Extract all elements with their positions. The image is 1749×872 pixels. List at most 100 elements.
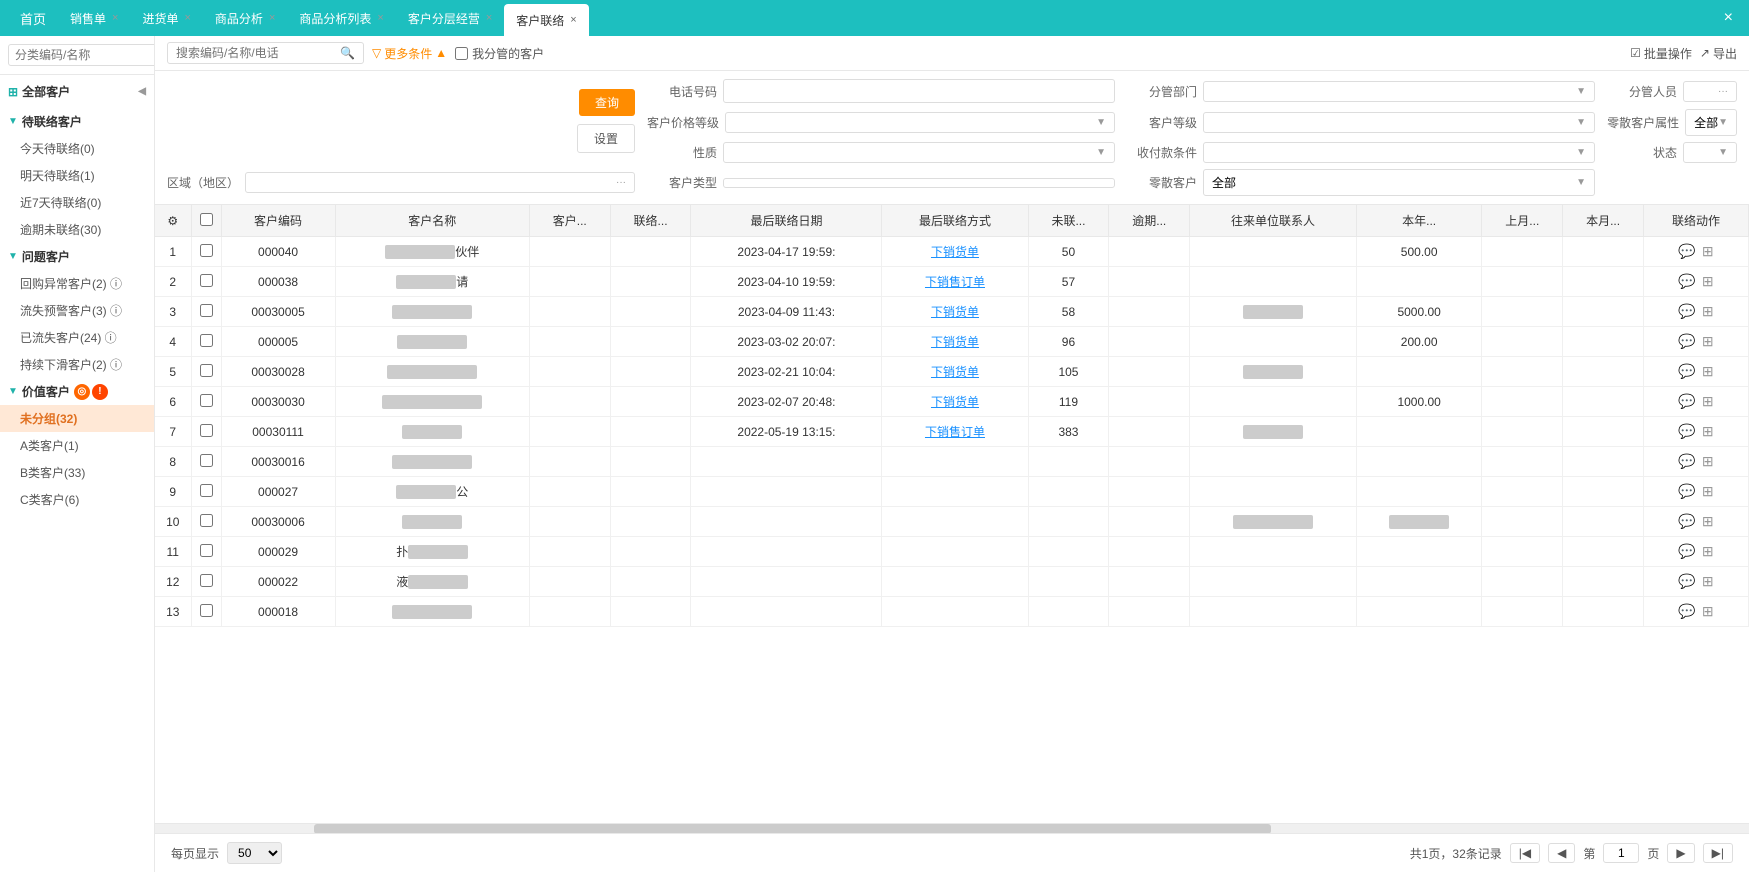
row-checkbox[interactable] [200, 274, 213, 287]
payment-select[interactable]: ▼ [1203, 142, 1595, 163]
more-action-icon[interactable]: ⊞ [1702, 363, 1714, 380]
sidebar-section-value-title[interactable]: ▼ 价值客户 ◎ ! [0, 378, 154, 405]
chat-icon[interactable]: 💬 [1678, 453, 1695, 470]
phone-input[interactable] [723, 79, 1115, 103]
method-link[interactable]: 下销货单 [931, 365, 979, 379]
chat-icon[interactable]: 💬 [1678, 273, 1695, 290]
sidebar-item-abnormal[interactable]: 回购异常客户(2) ⓘ [0, 270, 154, 297]
main-search-input[interactable] [176, 46, 336, 60]
close-sales-tab[interactable]: × [112, 12, 118, 24]
close-customer-tier-tab[interactable]: × [486, 12, 492, 24]
more-action-icon[interactable]: ⊞ [1702, 603, 1714, 620]
row-checkbox[interactable] [200, 454, 213, 467]
more-action-icon[interactable]: ⊞ [1702, 543, 1714, 560]
prev-page-btn[interactable]: ◀ [1548, 843, 1575, 863]
more-action-icon[interactable]: ⊞ [1702, 573, 1714, 590]
sidebar-item-a-class[interactable]: A类客户(1) [0, 432, 154, 459]
customer-type-select[interactable] [723, 178, 1115, 188]
nav-home[interactable]: 首页 [8, 9, 58, 28]
reset-button[interactable]: 设置 [577, 124, 635, 153]
col-checkbox[interactable] [191, 205, 221, 237]
nature-select[interactable]: ▼ [723, 142, 1115, 163]
select-all-checkbox[interactable] [200, 213, 213, 226]
sidebar-all-customers[interactable]: ⊞ 全部客户 ◀ [0, 75, 154, 108]
last-page-btn[interactable]: ▶| [1703, 843, 1733, 863]
sidebar-item-overdue[interactable]: 逾期未联络(30) [0, 216, 154, 243]
region-select[interactable]: ··· [245, 172, 635, 193]
more-action-icon[interactable]: ⊞ [1702, 423, 1714, 440]
close-product-analysis-tab[interactable]: × [269, 12, 275, 24]
chat-icon[interactable]: 💬 [1678, 243, 1695, 260]
col-settings[interactable]: ⚙ [155, 205, 191, 237]
row-checkbox[interactable] [200, 424, 213, 437]
status-select[interactable]: ▼ [1683, 142, 1737, 163]
more-action-icon[interactable]: ⊞ [1702, 513, 1714, 530]
first-page-btn[interactable]: |◀ [1510, 843, 1540, 863]
row-checkbox[interactable] [200, 484, 213, 497]
query-button[interactable]: 查询 [579, 89, 635, 116]
nav-tab-sales[interactable]: 销售单 × [58, 0, 130, 36]
sidebar-item-b-class[interactable]: B类客户(33) [0, 459, 154, 486]
more-action-icon[interactable]: ⊞ [1702, 393, 1714, 410]
sidebar-item-tomorrow[interactable]: 明天待联络(1) [0, 162, 154, 189]
row-checkbox[interactable] [200, 394, 213, 407]
row-checkbox[interactable] [200, 304, 213, 317]
export-btn[interactable]: ↗ 导出 [1700, 45, 1737, 62]
sidebar-section-problem-title[interactable]: ▼ 问题客户 [0, 243, 154, 270]
horizontal-scrollbar[interactable] [155, 823, 1749, 833]
price-level-select[interactable]: ▼ [725, 112, 1115, 133]
my-customers-checkbox[interactable] [455, 47, 468, 60]
row-checkbox[interactable] [200, 364, 213, 377]
sidebar-item-c-class[interactable]: C类客户(6) [0, 486, 154, 513]
method-link[interactable]: 下销货单 [931, 335, 979, 349]
row-checkbox[interactable] [200, 334, 213, 347]
person-select[interactable]: ··· [1683, 81, 1737, 102]
next-page-btn[interactable]: ▶ [1667, 843, 1694, 863]
retail-attr-select[interactable]: 全部 ▼ [1685, 109, 1737, 136]
customer-level-select[interactable]: ▼ [1203, 112, 1595, 133]
method-link[interactable]: 下销货单 [931, 245, 979, 259]
more-action-icon[interactable]: ⊞ [1702, 333, 1714, 350]
dept-select[interactable]: ▼ [1203, 81, 1595, 102]
more-action-icon[interactable]: ⊞ [1702, 243, 1714, 260]
nav-tab-product-analysis[interactable]: 商品分析 × [203, 0, 287, 36]
per-page-select[interactable]: 50 100 200 [227, 842, 282, 864]
batch-ops-btn[interactable]: ☑ 批量操作 [1630, 45, 1692, 62]
row-checkbox[interactable] [200, 514, 213, 527]
my-customers-filter[interactable]: 我分管的客户 [455, 45, 544, 62]
chat-icon[interactable]: 💬 [1678, 303, 1695, 320]
chat-icon[interactable]: 💬 [1678, 513, 1695, 530]
more-action-icon[interactable]: ⊞ [1702, 483, 1714, 500]
sidebar-item-churn-warning[interactable]: 流失预警客户(3) ⓘ [0, 297, 154, 324]
sidebar-item-today[interactable]: 今天待联络(0) [0, 135, 154, 162]
sidebar-item-ungraded[interactable]: 未分组(32) [0, 405, 154, 432]
method-link[interactable]: 下销售订单 [925, 425, 985, 439]
chat-icon[interactable]: 💬 [1678, 363, 1695, 380]
sidebar-item-declining[interactable]: 持续下滑客户(2) ⓘ [0, 351, 154, 378]
row-checkbox[interactable] [200, 244, 213, 257]
method-link[interactable]: 下销货单 [931, 305, 979, 319]
nav-tab-customer-contact[interactable]: 客户联络 × [504, 4, 588, 36]
more-action-icon[interactable]: ⊞ [1702, 303, 1714, 320]
chat-icon[interactable]: 💬 [1678, 573, 1695, 590]
chat-icon[interactable]: 💬 [1678, 483, 1695, 500]
method-link[interactable]: 下销售订单 [925, 275, 985, 289]
chat-icon[interactable]: 💬 [1678, 543, 1695, 560]
method-link[interactable]: 下销货单 [931, 395, 979, 409]
sidebar-search-input[interactable] [8, 44, 155, 66]
sidebar-item-churned[interactable]: 已流失客户(24) ⓘ [0, 324, 154, 351]
chat-icon[interactable]: 💬 [1678, 393, 1695, 410]
chat-icon[interactable]: 💬 [1678, 603, 1695, 620]
nav-tab-customer-tier[interactable]: 客户分层经营 × [396, 0, 504, 36]
page-number-input[interactable] [1603, 843, 1639, 863]
more-action-icon[interactable]: ⊞ [1702, 453, 1714, 470]
close-customer-contact-tab[interactable]: × [570, 14, 576, 26]
chat-icon[interactable]: 💬 [1678, 333, 1695, 350]
close-all-tabs[interactable]: × [1716, 9, 1741, 27]
main-search-icon[interactable]: 🔍 [340, 46, 355, 60]
retail-customer-select[interactable]: 全部 ▼ [1203, 169, 1595, 196]
chat-icon[interactable]: 💬 [1678, 423, 1695, 440]
close-purchase-tab[interactable]: × [184, 12, 190, 24]
more-action-icon[interactable]: ⊞ [1702, 273, 1714, 290]
sidebar-item-7days[interactable]: 近7天待联络(0) [0, 189, 154, 216]
